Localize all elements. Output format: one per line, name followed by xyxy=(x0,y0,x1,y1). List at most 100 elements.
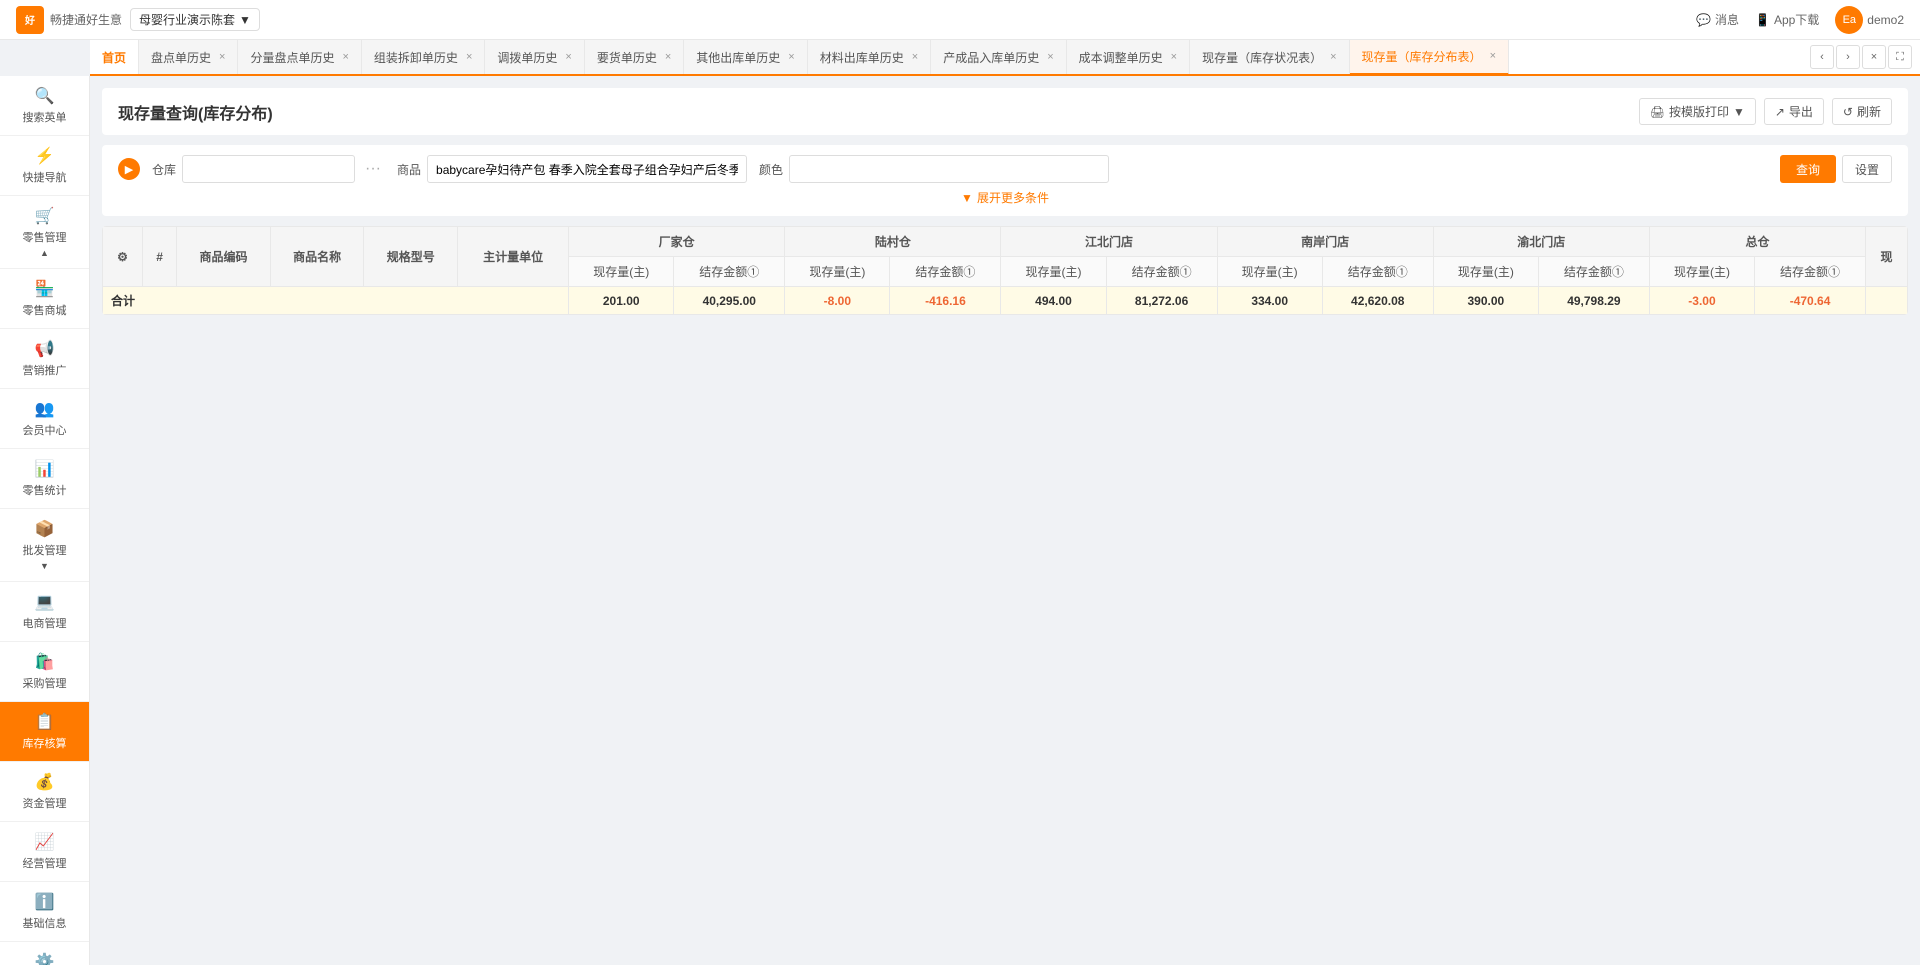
footer-extra xyxy=(1866,287,1908,315)
avatar: Ea xyxy=(1835,6,1863,34)
tab-inventory-distribution[interactable]: 现存量（库存分布表）× xyxy=(1350,40,1509,75)
top-bar-right: 💬 消息 📱 App下载 Ea demo2 xyxy=(1696,6,1904,34)
store-selector[interactable]: 母婴行业演示陈套 ▼ xyxy=(130,8,260,31)
sidebar-item-operations[interactable]: 📈 经营管理 xyxy=(0,822,89,882)
color-input[interactable] xyxy=(789,155,1109,183)
sidebar-item-label: 基础信息 xyxy=(23,915,67,931)
close-icon[interactable]: × xyxy=(1047,51,1053,63)
warehouse-input[interactable] xyxy=(182,155,355,183)
retail-icon: 🛒 xyxy=(35,206,55,226)
refresh-label: 刷新 xyxy=(1857,103,1881,120)
col-wh3-qty: 现存量(主) xyxy=(1001,257,1106,287)
close-icon[interactable]: × xyxy=(466,51,472,63)
sidebar-item-retail-mall[interactable]: 🏪 零售商城 xyxy=(0,269,89,329)
nav-close-btn[interactable]: × xyxy=(1862,45,1886,69)
sidebar-item-retail-mgmt[interactable]: 🛒 零售管理 ▲ xyxy=(0,196,89,269)
col-wh1-amt: 结存金额① xyxy=(674,257,785,287)
sidebar-item-basic-info[interactable]: ℹ️ 基础信息 xyxy=(0,882,89,942)
close-icon[interactable]: × xyxy=(1330,51,1336,63)
expand-conditions[interactable]: ▼ 展开更多条件 xyxy=(118,189,1892,206)
sidebar-item-quicknav[interactable]: ⚡ 快捷导航 xyxy=(0,136,89,196)
footer-total-amt: -470.64 xyxy=(1755,287,1866,315)
store-name: 母婴行业演示陈套 xyxy=(139,11,235,28)
tab-other-outbound[interactable]: 其他出库单历史 × xyxy=(684,40,807,75)
close-icon[interactable]: × xyxy=(912,51,918,63)
sidebar-item-label: 采购管理 xyxy=(23,675,67,691)
sidebar-item-retail-stats[interactable]: 📊 零售统计 xyxy=(0,449,89,509)
sidebar-item-label: 快捷导航 xyxy=(23,169,67,185)
col-wh1-qty: 现存量(主) xyxy=(569,257,674,287)
chevron-down-icon: ▼ xyxy=(40,561,49,571)
close-icon[interactable]: × xyxy=(1171,51,1177,63)
sidebar-item-label: 经营管理 xyxy=(23,855,67,871)
col-wh-total: 总仓 xyxy=(1649,227,1865,257)
close-icon[interactable]: × xyxy=(565,51,571,63)
app-download-btn[interactable]: 📱 App下载 xyxy=(1755,11,1819,28)
nav-prev-btn[interactable]: ‹ xyxy=(1810,45,1834,69)
message-btn[interactable]: 💬 消息 xyxy=(1696,11,1739,28)
close-icon[interactable]: × xyxy=(788,51,794,63)
footer-wh2-qty: -8.00 xyxy=(785,287,890,315)
search-area: ▶ 仓库 ··· 商品 颜色 查询 设置 ▼ 展开更多条件 xyxy=(102,145,1908,216)
warehouse-dots[interactable]: ··· xyxy=(361,160,385,178)
refresh-btn[interactable]: ↺ 刷新 xyxy=(1832,98,1892,125)
sidebar-item-label: 资金管理 xyxy=(23,795,67,811)
sidebar-item-label: 零售管理 xyxy=(23,229,67,245)
refresh-icon: ↺ xyxy=(1843,105,1853,119)
sidebar-item-label: 营销推广 xyxy=(23,362,67,378)
sidebar-item-wholesale[interactable]: 📦 批发管理 ▼ xyxy=(0,509,89,582)
collapse-arrow[interactable]: ▶ xyxy=(118,158,140,180)
sidebar-item-finance[interactable]: 💰 资金管理 xyxy=(0,762,89,822)
user-area[interactable]: Ea demo2 xyxy=(1835,6,1904,34)
footer-wh3-qty: 494.00 xyxy=(1001,287,1106,315)
tab-material-outbound[interactable]: 材料出库单历史 × xyxy=(808,40,931,75)
page-actions: 🖨 按模版打印 ▼ ↗ 导出 ↺ 刷新 xyxy=(1639,98,1892,125)
print-btn[interactable]: 🖨 按模版打印 ▼ xyxy=(1639,98,1756,125)
close-icon[interactable]: × xyxy=(342,51,348,63)
sidebar-item-members[interactable]: 👥 会员中心 xyxy=(0,389,89,449)
nav-next-btn[interactable]: › xyxy=(1836,45,1860,69)
tab-inventory-check[interactable]: 盘点单历史 × xyxy=(139,40,238,75)
wholesale-icon: 📦 xyxy=(35,519,55,539)
tab-home[interactable]: 首页 xyxy=(90,40,139,75)
sidebar-item-ecommerce[interactable]: 💻 电商管理 xyxy=(0,582,89,642)
tab-transfer[interactable]: 调拨单历史 × xyxy=(485,40,584,75)
app-label: App下载 xyxy=(1774,11,1819,28)
goods-input[interactable] xyxy=(427,155,747,183)
sidebar-item-label: 零售统计 xyxy=(23,482,67,498)
col-wh-jiangbei: 江北门店 xyxy=(1001,227,1217,257)
tab-assembly[interactable]: 组装拆卸单历史 × xyxy=(362,40,485,75)
search-row: ▶ 仓库 ··· 商品 颜色 查询 设置 xyxy=(118,155,1892,183)
color-field: 颜色 xyxy=(759,155,1109,183)
sidebar-item-purchase[interactable]: 🛍️ 采购管理 xyxy=(0,642,89,702)
tab-portion-inventory[interactable]: 分量盘点单历史 × xyxy=(238,40,361,75)
nav-expand-btn[interactable]: ⛶ xyxy=(1888,45,1912,69)
chevron-down-icon: ▼ xyxy=(1733,105,1745,119)
query-btn[interactable]: 查询 xyxy=(1780,155,1836,183)
sidebar-item-inventory[interactable]: 📋 库存核算 xyxy=(0,702,89,762)
col-total-qty: 现存量(主) xyxy=(1649,257,1754,287)
marketing-icon: 📢 xyxy=(35,339,55,359)
tab-finished-inbound[interactable]: 产成品入库单历史 × xyxy=(931,40,1066,75)
sidebar-item-marketing[interactable]: 📢 营销推广 xyxy=(0,329,89,389)
sidebar-item-system[interactable]: ⚙️ 系统管理 xyxy=(0,942,89,965)
nav-tabs: 首页 盘点单历史 × 分量盘点单历史 × 组装拆卸单历史 × 调拨单历史 × 要… xyxy=(90,40,1920,76)
sidebar-item-label: 搜索英单 xyxy=(23,109,67,125)
sidebar: 🔍 搜索英单 ⚡ 快捷导航 🛒 零售管理 ▲ 🏪 零售商城 📢 营销推广 👥 会… xyxy=(0,76,90,965)
tab-requisition[interactable]: 要货单历史 × xyxy=(585,40,684,75)
export-btn[interactable]: ↗ 导出 xyxy=(1764,98,1824,125)
footer-wh4-amt: 42,620.08 xyxy=(1322,287,1433,315)
close-icon[interactable]: × xyxy=(665,51,671,63)
sidebar-item-search[interactable]: 🔍 搜索英单 xyxy=(0,76,89,136)
close-icon[interactable]: × xyxy=(219,51,225,63)
tab-inventory-status[interactable]: 现存量（库存状况表）× xyxy=(1190,40,1349,75)
close-icon[interactable]: × xyxy=(1490,50,1496,62)
tab-cost-adjust[interactable]: 成本调整单历史 × xyxy=(1067,40,1190,75)
col-gear[interactable]: ⚙ xyxy=(103,227,143,287)
color-label: 颜色 xyxy=(759,161,783,178)
chevron-down-icon: ▼ xyxy=(239,13,251,27)
col-wh5-amt: 结存金额① xyxy=(1538,257,1649,287)
expand-label: 展开更多条件 xyxy=(977,189,1049,206)
settings-btn[interactable]: 设置 xyxy=(1842,155,1892,183)
sidebar-item-label: 零售商城 xyxy=(23,302,67,318)
